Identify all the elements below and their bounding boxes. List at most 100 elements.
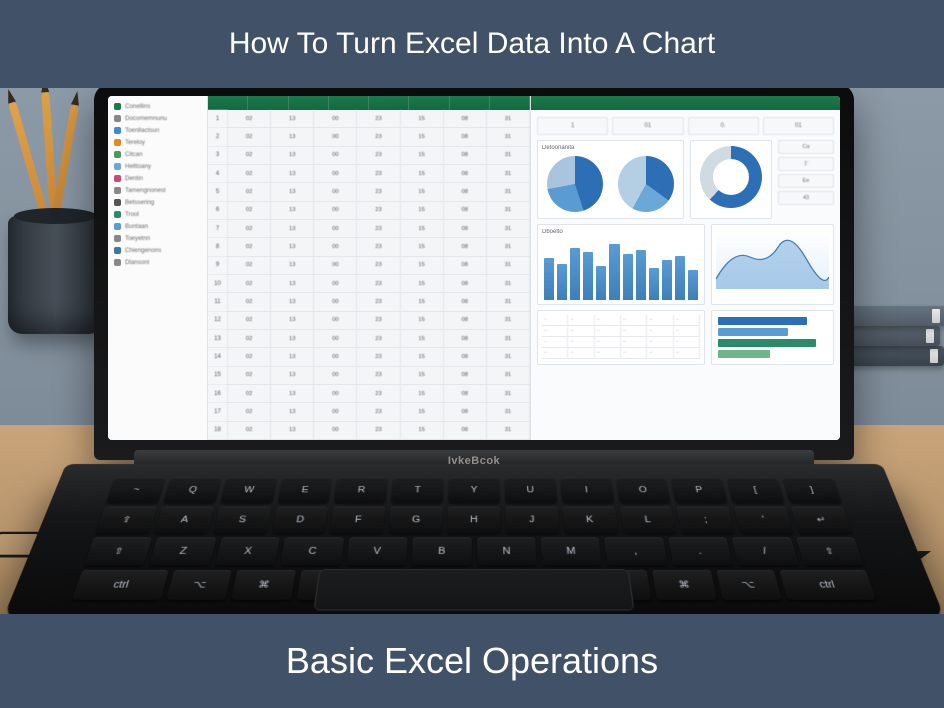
bar [609, 244, 619, 300]
table-cell: ·· [595, 337, 621, 347]
sidebar-item: Tereloy [112, 138, 203, 147]
grid-cell: 00 [314, 385, 357, 402]
hero-scene: ConellinsDocomemnunuToenllactsunTereloyC… [0, 88, 944, 614]
grid-cell: 13 [271, 257, 314, 274]
grid-row: 602130023150831 [208, 202, 530, 220]
grid-cell: 9 [208, 257, 228, 274]
table-cell: ·· [595, 326, 621, 336]
grid-row: 702130023150831 [208, 220, 530, 238]
grid-cell: 15 [401, 422, 444, 439]
sidebar-item: Buntaan [112, 222, 203, 231]
table-row: ············ [542, 326, 700, 337]
grid-cell: 23 [357, 220, 400, 237]
top-title-banner: How To Turn Excel Data Into A Chart [0, 0, 944, 88]
grid-cell: 15 [401, 403, 444, 420]
sidebar-item: Toenllactsun [112, 126, 203, 135]
grid-cell: 00 [314, 202, 357, 219]
table-cell: ·· [674, 348, 700, 358]
keyboard-key: / [732, 537, 799, 565]
horizontal-bar [718, 339, 816, 347]
grid-cell: 08 [444, 165, 487, 182]
keyboard-key: ⌥ [166, 570, 232, 600]
grid-cell: 15 [401, 312, 444, 329]
keyboard-key: Q [163, 478, 221, 503]
keyboard-key: ] [782, 478, 841, 503]
grid-cell: 08 [444, 367, 487, 384]
grid-cell: 23 [357, 202, 400, 219]
keyboard-key: Z [150, 537, 217, 565]
grid-cell: 31 [487, 183, 530, 200]
table-cell: ·· [647, 337, 673, 347]
table-cell: ·· [568, 326, 594, 336]
grid-cell: 00 [314, 330, 357, 347]
grid-cell: 08 [444, 128, 487, 145]
sidebar-item-label: Toeyetnn [125, 235, 150, 242]
category-color-icon [114, 115, 121, 122]
grid-cell: 13 [271, 202, 314, 219]
grid-cell: 00 [314, 238, 357, 255]
keyboard-key: . [668, 537, 733, 565]
grid-cell: 02 [228, 202, 271, 219]
bar [557, 264, 567, 300]
grid-cell: 00 [314, 293, 357, 310]
grid-cell: 10 [208, 275, 228, 292]
grid-cell: 15 [401, 183, 444, 200]
grid-cell: 08 [444, 220, 487, 237]
grid-cell: 5 [208, 183, 228, 200]
grid-cell: 2 [208, 128, 228, 145]
grid-cell: 31 [487, 220, 530, 237]
category-color-icon [114, 259, 121, 266]
table-cell: ·· [568, 348, 594, 358]
grid-cell: 15 [401, 165, 444, 182]
table-row: ············ [542, 337, 700, 348]
grid-cell: 02 [228, 422, 271, 439]
grid-cell: 23 [357, 422, 400, 439]
grid-cell: 02 [228, 128, 271, 145]
grid-cell: 23 [357, 403, 400, 420]
grid-cell: 15 [401, 220, 444, 237]
kpi-card: 01 [612, 117, 683, 135]
grid-cell: 31 [487, 257, 530, 274]
table-cell: ·· [674, 326, 700, 336]
grid-cell: 15 [208, 367, 228, 384]
grid-cell: 02 [228, 312, 271, 329]
grid-cell: 08 [444, 257, 487, 274]
keyboard-key: ~ [106, 478, 165, 503]
sidebar-item-label: Toenllactsun [125, 127, 159, 134]
keyboard-key: I [560, 478, 614, 503]
laptop-screen: ConellinsDocomemnunuToenllactsunTereloyC… [108, 96, 840, 440]
table-cell: ·· [647, 348, 673, 358]
grid-cell: 02 [228, 238, 271, 255]
table-cell: ·· [542, 315, 568, 325]
bar [675, 256, 685, 300]
spreadsheet-pane: 1021300231508312021300231508313021300231… [208, 96, 530, 440]
top-title-text: How To Turn Excel Data Into A Chart [229, 27, 715, 61]
table-cell: ·· [595, 315, 621, 325]
category-color-icon [114, 199, 121, 206]
category-color-icon [114, 223, 121, 230]
grid-cell: 13 [271, 330, 314, 347]
trackpad [313, 569, 634, 610]
grid-cell: 08 [444, 422, 487, 439]
grid-cell: 13 [271, 275, 314, 292]
grid-cell: 08 [444, 312, 487, 329]
bar [583, 252, 593, 300]
table-cell: ·· [621, 337, 647, 347]
grid-cell: 08 [444, 147, 487, 164]
table-cell: ·· [595, 348, 621, 358]
grid-cell: 31 [487, 110, 530, 127]
table-cell: ·· [568, 337, 594, 347]
keyboard-key: G [389, 507, 443, 534]
grid-cell: 00 [314, 403, 357, 420]
grid-cell: 23 [357, 275, 400, 292]
spreadsheet-header [208, 96, 530, 110]
grid-cell: 15 [401, 293, 444, 310]
keyboard-key: H [447, 507, 500, 534]
bar [623, 254, 633, 300]
sidebar-item-label: Tamengnonest [125, 187, 166, 194]
grid-cell: 15 [401, 257, 444, 274]
sidebar-item-label: Conellins [125, 103, 150, 110]
grid-cell: 00 [314, 147, 357, 164]
table-cell: ·· [674, 315, 700, 325]
kpi-card: 0. [688, 117, 759, 135]
